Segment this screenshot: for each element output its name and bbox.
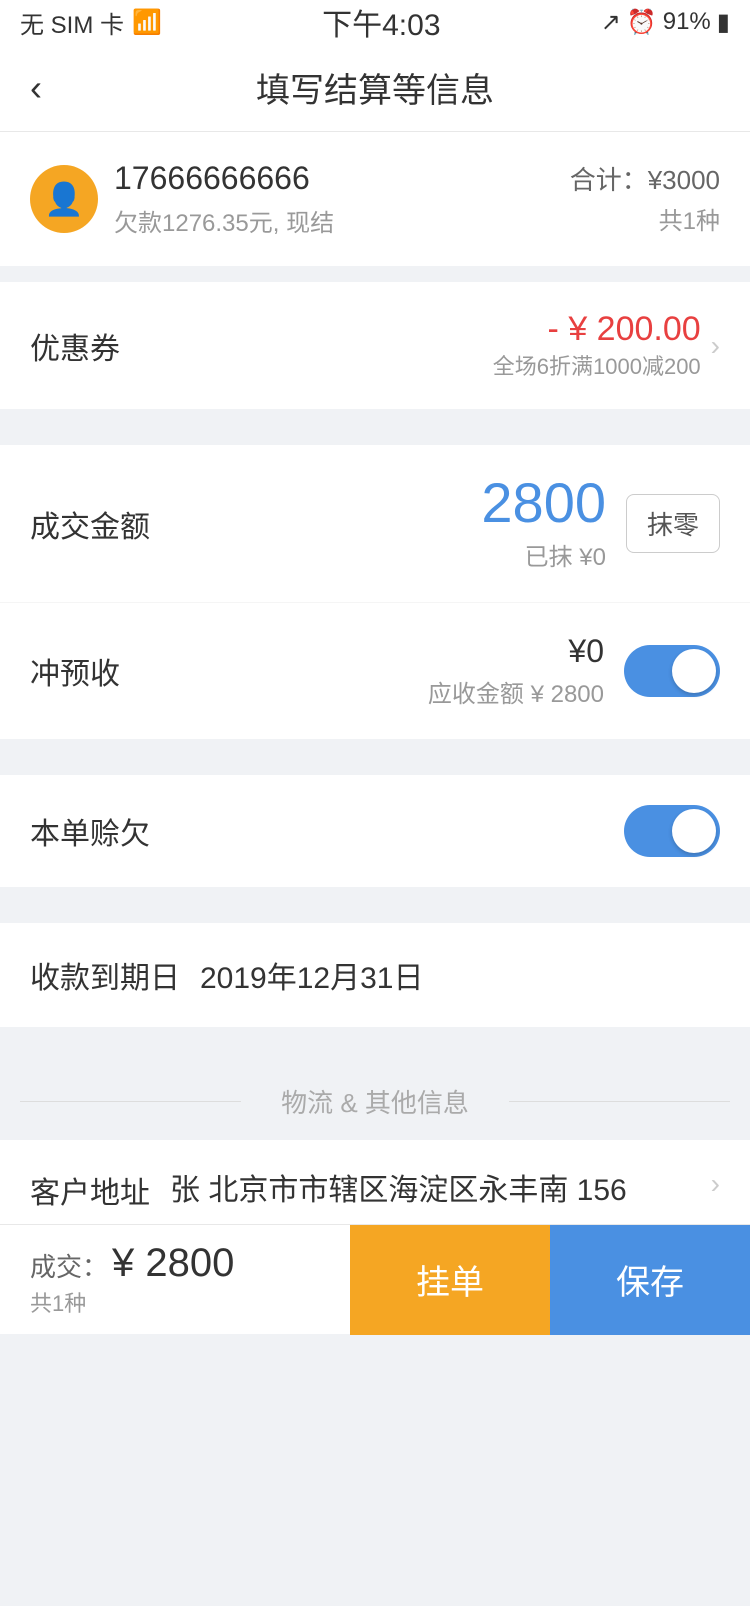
section-divider-4 [0, 1043, 750, 1063]
customer-card: 👤 17666666666 欠款1276.35元, 现结 合计：¥3000 共1… [0, 132, 750, 266]
amount-right: 2800 已抹 ¥0 抹零 [481, 475, 720, 572]
coupon-desc: 全场6折满1000减200 [493, 349, 701, 381]
battery-text: 91% [663, 8, 711, 36]
customer-phone: 17666666666 [114, 160, 334, 197]
logistics-line-right [509, 1101, 730, 1102]
coupon-discount: - ¥ 200.00 [548, 310, 701, 349]
prepay-label: 冲预收 [30, 649, 120, 693]
deal-amount-value: 2800 [481, 475, 606, 531]
bottom-bar: 成交： ¥ 2800 共1种 挂单 保存 [0, 1224, 750, 1334]
address-chevron-icon: › [711, 1168, 720, 1200]
bottom-deal-row: 成交： ¥ 2800 [30, 1241, 320, 1286]
bottom-deal-label: 成交： [30, 1247, 108, 1284]
form-section-deal: 成交金额 2800 已抹 ¥0 抹零 冲预收 ¥0 应收金额 ¥ 2800 [0, 445, 750, 739]
section-divider-2 [0, 755, 750, 775]
due-date-label: 收款到期日 [30, 953, 180, 997]
alarm-icon: ⏰ [627, 8, 657, 37]
chevron-right-icon: › [711, 330, 720, 362]
avatar: 👤 [30, 165, 98, 233]
save-button[interactable]: 保存 [550, 1225, 750, 1335]
prepay-amount-wrap: ¥0 应收金额 ¥ 2800 [428, 633, 604, 709]
total-count: 共1种 [570, 201, 720, 236]
status-bar: 无 SIM 卡 📶 下午4:03 ↗ ⏰ 91% ▮ [0, 0, 750, 44]
section-divider-3 [0, 903, 750, 923]
address-label: 客户地址 [30, 1168, 150, 1212]
round-zero-button[interactable]: 抹零 [626, 494, 720, 553]
prepay-row: 冲预收 ¥0 应收金额 ¥ 2800 [0, 603, 750, 739]
content: 👤 17666666666 欠款1276.35元, 现结 合计：¥3000 共1… [0, 132, 750, 1606]
nav-bar: ‹ 填写结算等信息 [0, 44, 750, 132]
prepay-right: ¥0 应收金额 ¥ 2800 [428, 633, 720, 709]
deferred-row: 本单赊欠 [0, 775, 750, 887]
deal-amount-row: 成交金额 2800 已抹 ¥0 抹零 [0, 445, 750, 603]
customer-debt: 欠款1276.35元, 现结 [114, 203, 334, 238]
prepay-amount: ¥0 [428, 633, 604, 670]
wifi-icon: 📶 [132, 8, 162, 37]
bottom-deal-count: 共1种 [30, 1286, 320, 1318]
bottom-summary: 成交： ¥ 2800 共1种 [0, 1241, 350, 1318]
customer-right: 合计：¥3000 共1种 [570, 160, 720, 236]
deferred-label: 本单赊欠 [30, 809, 150, 853]
page-title: 填写结算等信息 [256, 63, 494, 112]
logistics-line-left [20, 1101, 241, 1102]
hold-button[interactable]: 挂单 [350, 1225, 550, 1335]
coupon-row[interactable]: 优惠券 - ¥ 200.00 全场6折满1000减200 › [0, 282, 750, 409]
customer-left: 👤 17666666666 欠款1276.35元, 现结 [30, 160, 334, 238]
deal-label: 成交金额 [30, 502, 150, 546]
coupon-desc-wrap: - ¥ 200.00 全场6折满1000减200 [493, 310, 701, 381]
back-button[interactable]: ‹ [30, 67, 42, 109]
logistics-divider: 物流 & 其他信息 [0, 1063, 750, 1140]
bottom-deal-amount: ¥ 2800 [112, 1241, 234, 1286]
customer-info: 17666666666 欠款1276.35元, 现结 [114, 160, 334, 238]
form-section-deferred: 本单赊欠 [0, 775, 750, 887]
status-time: 下午4:03 [322, 0, 440, 44]
carrier-text: 无 SIM 卡 [20, 5, 124, 40]
due-date-row: 收款到期日 2019年12月31日 [0, 923, 750, 1027]
deferred-toggle[interactable] [624, 805, 720, 857]
battery-icon: ▮ [717, 8, 730, 37]
section-divider-1 [0, 425, 750, 445]
amount-value-wrap: 2800 已抹 ¥0 [481, 475, 606, 572]
total-label: 合计：¥3000 [570, 160, 720, 197]
status-left: 无 SIM 卡 📶 [20, 5, 162, 40]
logistics-text: 物流 & 其他信息 [281, 1083, 469, 1120]
amount-zeroed: 已抹 ¥0 [481, 537, 606, 572]
prepay-toggle[interactable] [624, 645, 720, 697]
prepay-receivable: 应收金额 ¥ 2800 [428, 674, 604, 709]
location-icon: ↗ [601, 8, 621, 37]
coupon-label: 优惠券 [30, 324, 120, 368]
status-right: ↗ ⏰ 91% ▮ [601, 8, 730, 37]
due-date-value: 2019年12月31日 [200, 953, 423, 997]
coupon-right: - ¥ 200.00 全场6折满1000减200 › [493, 310, 720, 381]
